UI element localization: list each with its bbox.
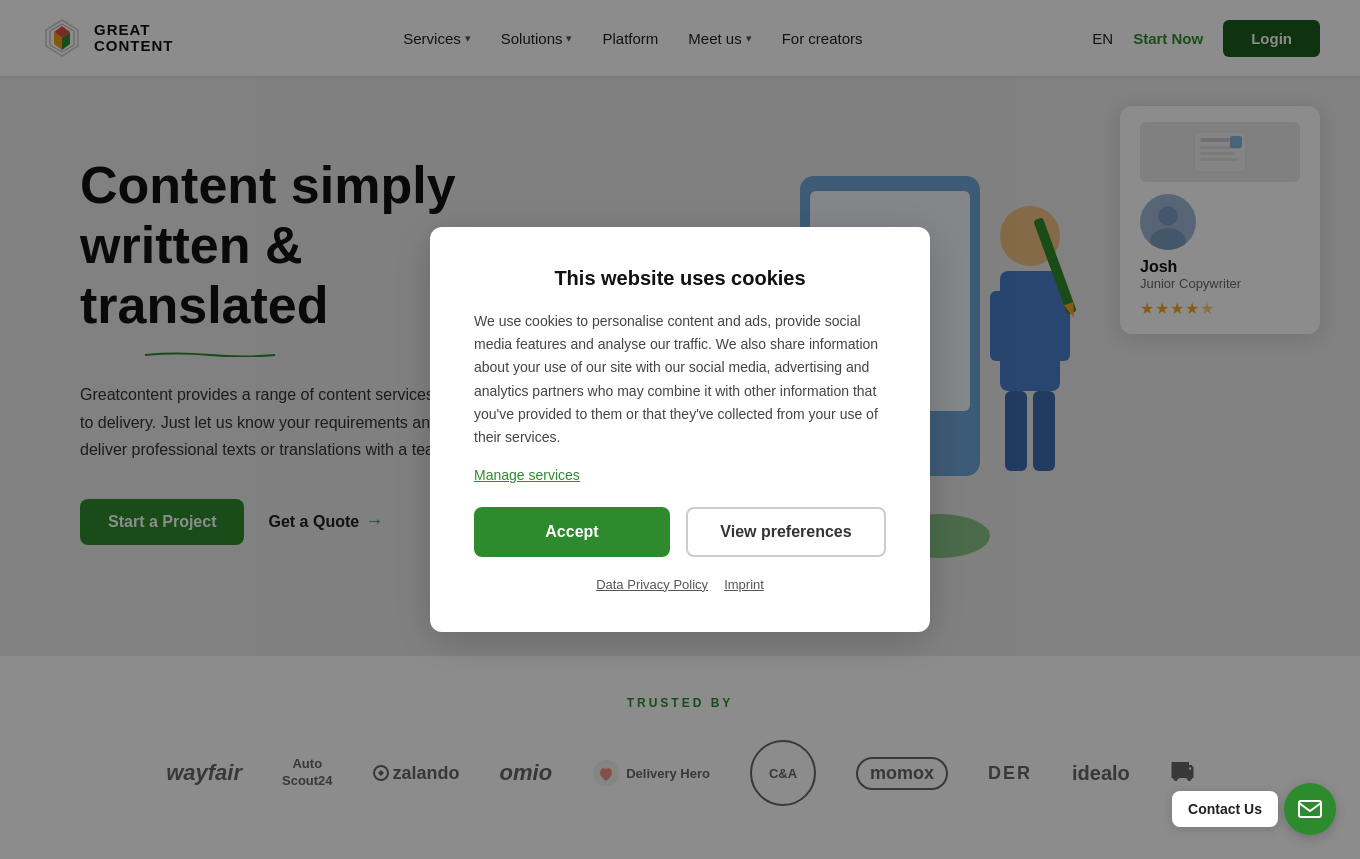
view-preferences-button[interactable]: View preferences <box>686 507 886 557</box>
cookie-overlay: This website uses cookies We use cookies… <box>0 0 1360 856</box>
imprint-link[interactable]: Imprint <box>724 577 764 592</box>
contact-bubble: Contact Us <box>1172 783 1336 835</box>
cookie-modal: This website uses cookies We use cookies… <box>430 227 930 632</box>
email-icon <box>1297 796 1323 822</box>
cookie-body: We use cookies to personalise content an… <box>474 310 886 449</box>
contact-label: Contact Us <box>1172 791 1278 827</box>
accept-button[interactable]: Accept <box>474 507 670 557</box>
manage-services-link[interactable]: Manage services <box>474 467 886 483</box>
svg-rect-26 <box>1299 801 1321 817</box>
cookie-title: This website uses cookies <box>474 267 886 290</box>
contact-button[interactable] <box>1284 783 1336 835</box>
data-privacy-link[interactable]: Data Privacy Policy <box>596 577 708 592</box>
cookie-footer-links: Data Privacy Policy Imprint <box>474 577 886 592</box>
cookie-buttons: Accept View preferences <box>474 507 886 557</box>
